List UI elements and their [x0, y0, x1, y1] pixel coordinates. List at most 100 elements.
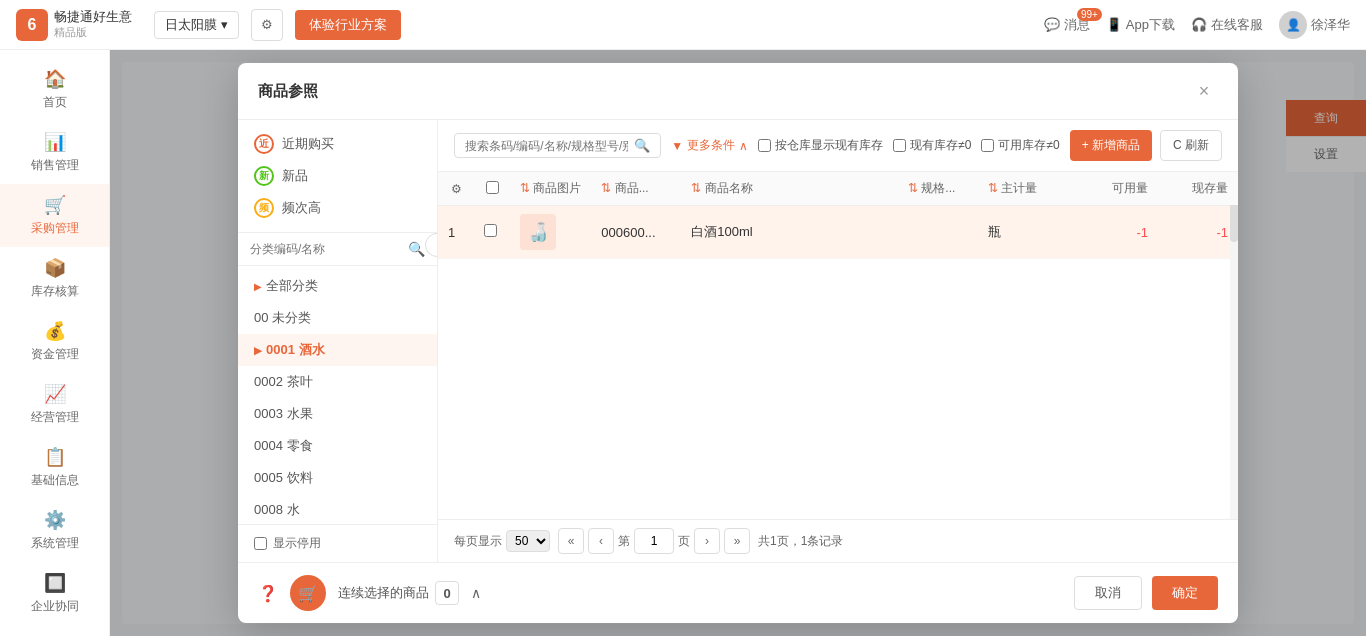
sidebar-item-system[interactable]: ⚙️ 系统管理 — [0, 499, 109, 562]
sidebar-item-label: 销售管理 — [31, 157, 79, 174]
page-total: 共1页，1条记录 — [758, 533, 843, 550]
settings-icon[interactable]: ⚙ — [251, 9, 283, 41]
next-page-button[interactable]: › — [694, 528, 720, 554]
filter-stock-nonzero[interactable]: 现有库存≠0 — [893, 137, 971, 154]
product-table: ⚙ ⇅ 商品图片 — [438, 172, 1238, 259]
col-stock[interactable]: 现存量 — [1158, 172, 1238, 206]
sidebar-item-home[interactable]: 🏠 首页 — [0, 58, 109, 121]
operations-icon: 📈 — [44, 383, 66, 405]
quick-link-recent[interactable]: 近 近期购买 — [238, 128, 437, 160]
search-input-wrap: 🔍 — [454, 133, 661, 158]
confirm-button[interactable]: 确定 — [1152, 576, 1218, 610]
messages-button[interactable]: 💬 消息 99+ — [1044, 16, 1090, 34]
category-item-spirits[interactable]: ▶ 0001 酒水 — [238, 334, 437, 366]
more-conditions-button[interactable]: ▼ 更多条件 ∧ — [671, 137, 748, 154]
recent-icon: 近 — [254, 134, 274, 154]
display-disabled-checkbox[interactable]: 显示停用 — [238, 524, 437, 562]
modal-title: 商品参照 — [258, 82, 318, 101]
filter-by-warehouse[interactable]: 按仓库显示现有库存 — [758, 137, 883, 154]
col-spec[interactable]: ⇅ 规格... — [898, 172, 978, 206]
enterprise-icon: 🔲 — [44, 572, 66, 594]
sort-icon: ⇅ — [601, 181, 611, 195]
prev-page-button[interactable]: ‹ — [588, 528, 614, 554]
sidebar-item-operations[interactable]: 📈 经营管理 — [0, 373, 109, 436]
category-item-uncategorized[interactable]: 00 未分类 — [238, 302, 437, 334]
search-icon[interactable]: 🔍 — [634, 138, 650, 153]
modal-footer: ❓ 🛒 连续选择的商品 0 ∧ 取消 确定 — [238, 562, 1238, 623]
cancel-button[interactable]: 取消 — [1074, 576, 1142, 610]
sidebar-item-enterprise[interactable]: 🔲 企业协同 — [0, 562, 109, 625]
online-service-button[interactable]: 🎧 在线客服 — [1191, 16, 1263, 34]
col-unit[interactable]: ⇅ 主计量 — [978, 172, 1058, 206]
product-reference-modal: 商品参照 × 近 近期购买 新 — [238, 63, 1238, 623]
messages-badge: 99+ — [1077, 8, 1102, 21]
experience-button[interactable]: 体验行业方案 — [295, 10, 401, 40]
finance-icon: 💰 — [44, 320, 66, 342]
product-search-input[interactable] — [465, 139, 628, 153]
sidebar-item-label: 资金管理 — [31, 346, 79, 363]
col-settings[interactable]: ⚙ — [438, 172, 474, 206]
row-select-checkbox[interactable] — [484, 224, 497, 237]
category-search-input[interactable] — [250, 242, 402, 256]
row-number: 1 — [438, 206, 474, 259]
sidebar-item-label: 系统管理 — [31, 535, 79, 552]
sidebar-item-label: 经营管理 — [31, 409, 79, 426]
arrow-icon: ▶ — [254, 281, 262, 292]
content-panel: 🔍 ▼ 更多条件 ∧ 按仓库显示现有库存 — [438, 120, 1238, 562]
category-item-fruit[interactable]: 0003 水果 — [238, 398, 437, 430]
product-code: 000600... — [591, 206, 681, 259]
first-page-button[interactable]: « — [558, 528, 584, 554]
search-icon[interactable]: 🔍 — [408, 241, 425, 257]
select-all-checkbox[interactable] — [486, 181, 499, 194]
message-icon: 💬 — [1044, 17, 1060, 32]
add-product-button[interactable]: + 新增商品 — [1070, 130, 1152, 161]
page-number-input[interactable] — [634, 528, 674, 554]
sidebar-item-sales[interactable]: 📊 销售管理 — [0, 121, 109, 184]
sort-icon: ⇅ — [908, 181, 918, 195]
category-item-all[interactable]: ▶ 全部分类 — [238, 270, 437, 302]
refresh-button[interactable]: C 刷新 — [1160, 130, 1222, 161]
scrollbar[interactable] — [1230, 172, 1238, 519]
product-name: 白酒100ml — [681, 206, 898, 259]
category-item-water[interactable]: 0008 水 — [238, 494, 437, 524]
quick-link-frequent[interactable]: 频 频次高 — [238, 192, 437, 224]
product-table-wrap: ⚙ ⇅ 商品图片 — [438, 172, 1238, 519]
sidebar-item-finance[interactable]: 💰 资金管理 — [0, 310, 109, 373]
row-checkbox[interactable] — [474, 206, 510, 259]
close-button[interactable]: × — [1190, 77, 1218, 105]
logo-subtitle: 精品版 — [54, 25, 132, 40]
col-code[interactable]: ⇅ 商品... — [591, 172, 681, 206]
col-name[interactable]: ⇅ 商品名称 — [681, 172, 898, 206]
stock-checkbox[interactable] — [893, 139, 906, 152]
category-item-beverages[interactable]: 0005 饮料 — [238, 462, 437, 494]
footer-actions: 取消 确定 — [1074, 576, 1218, 610]
new-icon: 新 — [254, 166, 274, 186]
sidebar-item-purchase[interactable]: 🛒 采购管理 — [0, 184, 109, 247]
table-row[interactable]: 1 🍶 000600... 白酒100ml — [438, 206, 1238, 259]
sidebar-item-label: 采购管理 — [31, 220, 79, 237]
sidebar-item-basic-info[interactable]: 📋 基础信息 — [0, 436, 109, 499]
app-download-button[interactable]: 📱 App下载 — [1106, 16, 1175, 34]
last-page-button[interactable]: » — [724, 528, 750, 554]
sort-icon: ⇅ — [691, 181, 701, 195]
cart-button[interactable]: 🛒 — [290, 575, 326, 611]
category-item-snacks[interactable]: 0004 零食 — [238, 430, 437, 462]
store-selector[interactable]: 日太阳膜 ▾ — [154, 11, 239, 39]
col-available[interactable]: 可用量 — [1058, 172, 1158, 206]
col-checkbox[interactable] — [474, 172, 510, 206]
disabled-checkbox[interactable] — [254, 537, 267, 550]
pagination-bar: 每页显示 50 « ‹ 第 页 › — [438, 519, 1238, 562]
filter-available-nonzero[interactable]: 可用库存≠0 — [981, 137, 1059, 154]
sidebar-item-guide[interactable]: 📡 新手引导 — [0, 625, 109, 636]
nav-right: 💬 消息 99+ 📱 App下载 🎧 在线客服 👤 徐泽华 — [1044, 11, 1350, 39]
sidebar-item-inventory[interactable]: 📦 库存核算 — [0, 247, 109, 310]
system-icon: ⚙️ — [44, 509, 66, 531]
available-checkbox[interactable] — [981, 139, 994, 152]
category-item-tea[interactable]: 0002 茶叶 — [238, 366, 437, 398]
quick-link-new[interactable]: 新 新品 — [238, 160, 437, 192]
user-profile-button[interactable]: 👤 徐泽华 — [1279, 11, 1350, 39]
per-page-dropdown[interactable]: 50 — [506, 530, 550, 552]
help-icon[interactable]: ❓ — [258, 584, 278, 603]
collapse-footer-icon[interactable]: ∧ — [471, 585, 481, 601]
warehouse-checkbox[interactable] — [758, 139, 771, 152]
